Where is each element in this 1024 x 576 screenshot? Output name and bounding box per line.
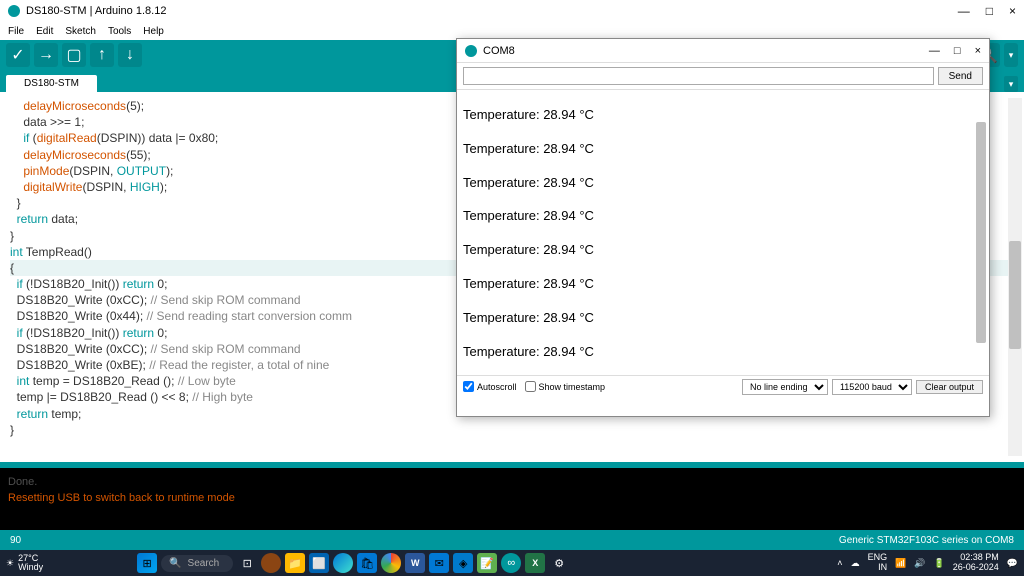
serial-footer: Autoscroll Show timestamp No line ending…: [457, 375, 989, 397]
menu-help[interactable]: Help: [143, 26, 164, 37]
autoscroll-checkbox[interactable]: Autoscroll: [463, 381, 517, 392]
upload-button[interactable]: →: [34, 43, 58, 67]
arduino-taskbar-icon[interactable]: ∞: [501, 553, 521, 573]
serial-output-line: Temperature: 28.94 °C: [463, 98, 983, 132]
menu-edit[interactable]: Edit: [36, 26, 53, 37]
clear-output-button[interactable]: Clear output: [916, 380, 983, 394]
toolbar-dropdown[interactable]: ▾: [1004, 43, 1018, 67]
serial-minimize-button[interactable]: —: [929, 45, 940, 57]
minimize-button[interactable]: —: [958, 4, 970, 18]
window-title: DS180-STM | Arduino 1.8.12: [26, 5, 166, 17]
output-console: Done. Resetting USB to switch back to ru…: [0, 468, 1024, 530]
line-ending-select[interactable]: No line ending: [742, 379, 828, 395]
tab-sketch[interactable]: DS180-STM: [6, 75, 97, 92]
arduino-icon: [8, 5, 20, 17]
notepad-icon[interactable]: 📝: [477, 553, 497, 573]
serial-maximize-button[interactable]: □: [954, 45, 961, 57]
edge-icon[interactable]: [333, 553, 353, 573]
open-button[interactable]: ↑: [90, 43, 114, 67]
board-info: Generic STM32F103C series on COM8: [839, 535, 1014, 546]
serial-close-button[interactable]: ×: [975, 45, 981, 57]
serial-output-line: Temperature: 28.94 °C: [463, 335, 983, 369]
console-line: Done.: [8, 476, 1016, 488]
serial-title: COM8: [483, 45, 515, 57]
close-button[interactable]: ×: [1009, 4, 1016, 18]
editor-scrollbar[interactable]: [1008, 98, 1022, 456]
task-view-icon[interactable]: ⊡: [237, 553, 257, 573]
tab-menu-button[interactable]: ▾: [1004, 76, 1018, 92]
search-icon: 🔍: [169, 558, 181, 569]
settings-icon[interactable]: ⚙: [549, 553, 569, 573]
excel-icon[interactable]: X: [525, 553, 545, 573]
store-icon[interactable]: 🛍: [357, 553, 377, 573]
taskbar-search[interactable]: 🔍 Search: [161, 555, 233, 572]
notification-icon[interactable]: 💬: [1007, 558, 1018, 569]
line-number: 90: [10, 535, 21, 546]
serial-output-line: Temperature: 29.00 °C: [463, 368, 983, 375]
menu-sketch[interactable]: Sketch: [65, 26, 96, 37]
save-button[interactable]: ↓: [118, 43, 142, 67]
console-line: Resetting USB to switch back to runtime …: [8, 492, 1016, 504]
start-button[interactable]: ⊞: [137, 553, 157, 573]
language-indicator[interactable]: ENG IN: [868, 553, 888, 573]
new-button[interactable]: ▢: [62, 43, 86, 67]
serial-output-line: Temperature: 28.94 °C: [463, 166, 983, 200]
word-icon[interactable]: W: [405, 553, 425, 573]
volume-icon[interactable]: 🔊: [914, 558, 925, 569]
serial-monitor-window: COM8 — □ × Send Temperature: 28.94 °CTem…: [456, 38, 990, 417]
battery-icon[interactable]: 🔋: [934, 558, 945, 569]
maximize-button[interactable]: □: [986, 4, 993, 18]
weather-desc: Windy: [18, 563, 43, 572]
serial-input[interactable]: [463, 67, 934, 85]
send-button[interactable]: Send: [938, 67, 983, 85]
serial-scrollbar[interactable]: [975, 94, 987, 371]
serial-output[interactable]: Temperature: 28.94 °CTemperature: 28.94 …: [457, 90, 989, 375]
windows-taskbar: ☀ 27°C Windy ⊞ 🔍 Search ⊡ 📁 ⬜ 🛍 W ✉ ◈ 📝 …: [0, 550, 1024, 576]
chevron-up-icon[interactable]: ˄: [837, 558, 842, 568]
code-line: }: [10, 422, 1014, 438]
mail-icon[interactable]: ✉: [429, 553, 449, 573]
timestamp-checkbox[interactable]: Show timestamp: [525, 381, 606, 392]
clock[interactable]: 02:38 PM 26-06-2024: [953, 553, 999, 573]
status-bar: 90 Generic STM32F103C series on COM8: [0, 530, 1024, 550]
sun-icon: ☀: [6, 559, 14, 568]
serial-output-line: Temperature: 28.94 °C: [463, 301, 983, 335]
serial-titlebar[interactable]: COM8 — □ ×: [457, 39, 989, 63]
serial-output-line: Temperature: 28.94 °C: [463, 267, 983, 301]
chrome-icon[interactable]: [381, 553, 401, 573]
serial-output-line: Temperature: 28.94 °C: [463, 199, 983, 233]
app-icon[interactable]: ⬜: [309, 553, 329, 573]
baud-select[interactable]: 115200 baud: [832, 379, 912, 395]
explorer-icon[interactable]: 📁: [285, 553, 305, 573]
menu-file[interactable]: File: [8, 26, 24, 37]
serial-output-line: Temperature: 28.94 °C: [463, 132, 983, 166]
serial-scrollbar-thumb[interactable]: [976, 122, 986, 344]
wifi-icon[interactable]: 📶: [895, 558, 906, 569]
vscode-icon[interactable]: ◈: [453, 553, 473, 573]
cloud-icon[interactable]: ☁: [851, 558, 860, 569]
arduino-icon: [465, 45, 477, 57]
verify-button[interactable]: ✓: [6, 43, 30, 67]
menu-tools[interactable]: Tools: [108, 26, 131, 37]
serial-output-line: Temperature: 28.94 °C: [463, 233, 983, 267]
window-titlebar: DS180-STM | Arduino 1.8.12 — □ ×: [0, 0, 1024, 22]
weather-widget[interactable]: ☀ 27°C Windy: [6, 554, 53, 572]
copilot-icon[interactable]: [261, 553, 281, 573]
scrollbar-thumb[interactable]: [1009, 241, 1021, 348]
